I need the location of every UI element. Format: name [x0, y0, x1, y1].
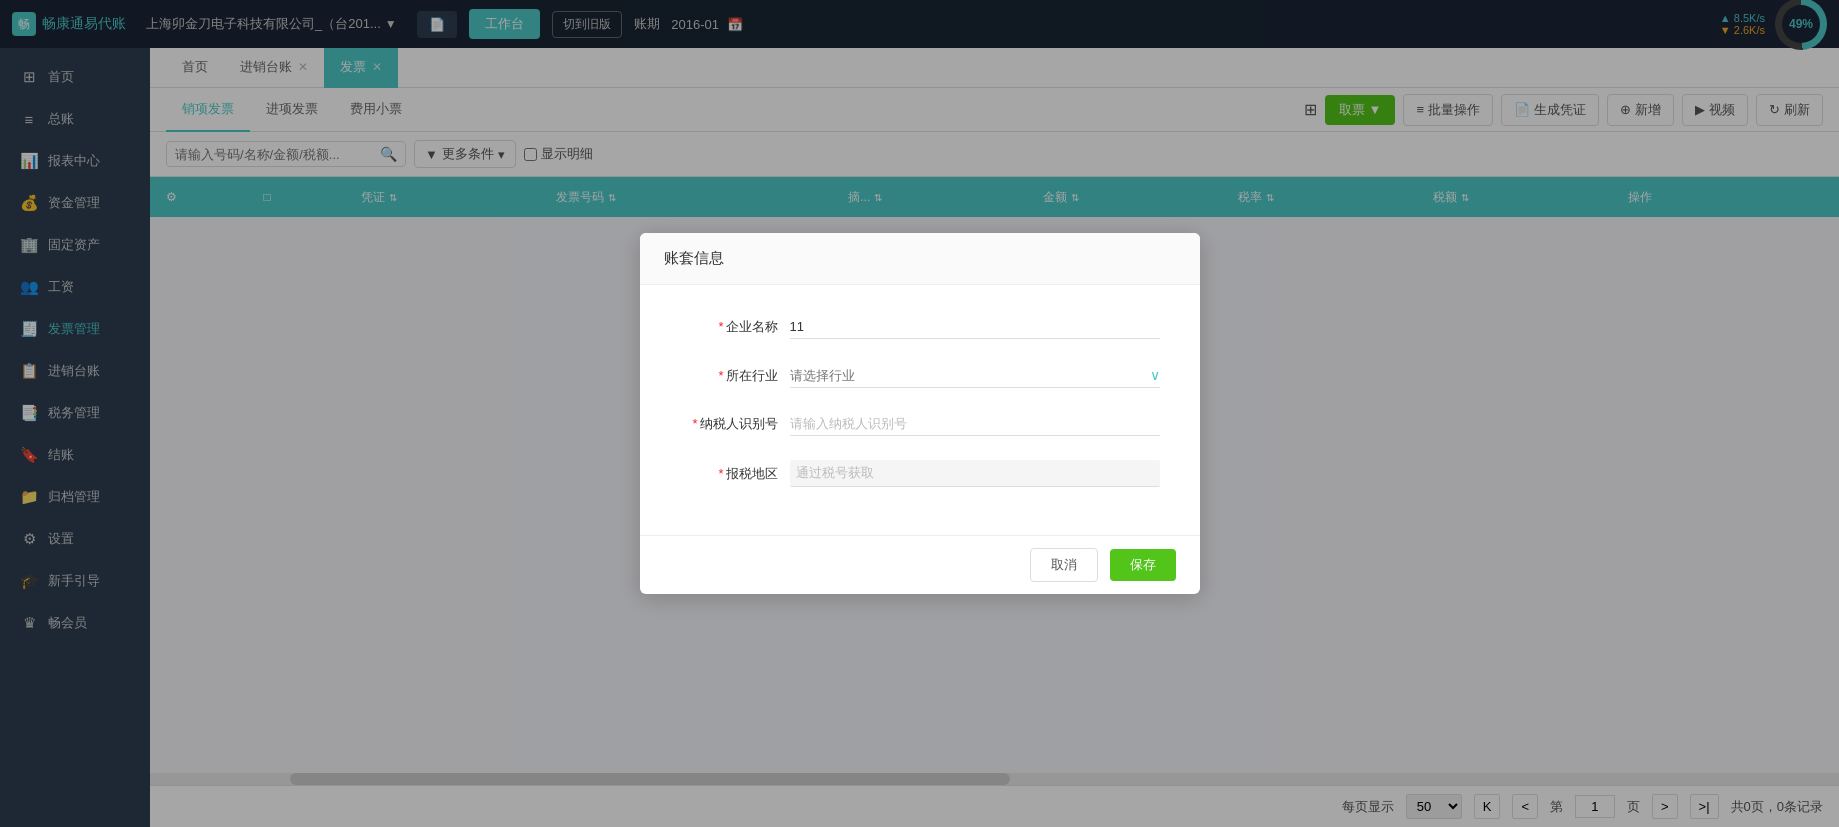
industry-label: *所在行业 [680, 367, 790, 385]
industry-select-wrap[interactable]: ∨ [790, 363, 1160, 388]
form-row-industry: *所在行业 ∨ [680, 363, 1160, 388]
form-row-tax-id: *纳税人识别号 [680, 412, 1160, 436]
dialog-footer: 取消 保存 [640, 535, 1200, 594]
save-button[interactable]: 保存 [1110, 549, 1176, 581]
modal-overlay: 账套信息 *企业名称 *所在行业 ∨ [0, 0, 1839, 827]
form-row-tax-region: *报税地区 通过税号获取 [680, 460, 1160, 487]
company-name-input[interactable] [790, 315, 1160, 339]
dialog-account-info: 账套信息 *企业名称 *所在行业 ∨ [640, 233, 1200, 594]
tax-id-input[interactable] [790, 412, 1160, 436]
dialog-header: 账套信息 [640, 233, 1200, 285]
chevron-down-icon: ∨ [1150, 367, 1160, 383]
tax-id-label: *纳税人识别号 [680, 415, 790, 433]
company-name-label: *企业名称 [680, 318, 790, 336]
dialog-body: *企业名称 *所在行业 ∨ *纳税人识别号 [640, 285, 1200, 535]
form-row-company: *企业名称 [680, 315, 1160, 339]
tax-region-label: *报税地区 [680, 465, 790, 483]
industry-input[interactable] [790, 368, 1150, 383]
tax-region-display: 通过税号获取 [790, 460, 1160, 487]
dialog-title: 账套信息 [664, 249, 724, 266]
cancel-button[interactable]: 取消 [1030, 548, 1098, 582]
